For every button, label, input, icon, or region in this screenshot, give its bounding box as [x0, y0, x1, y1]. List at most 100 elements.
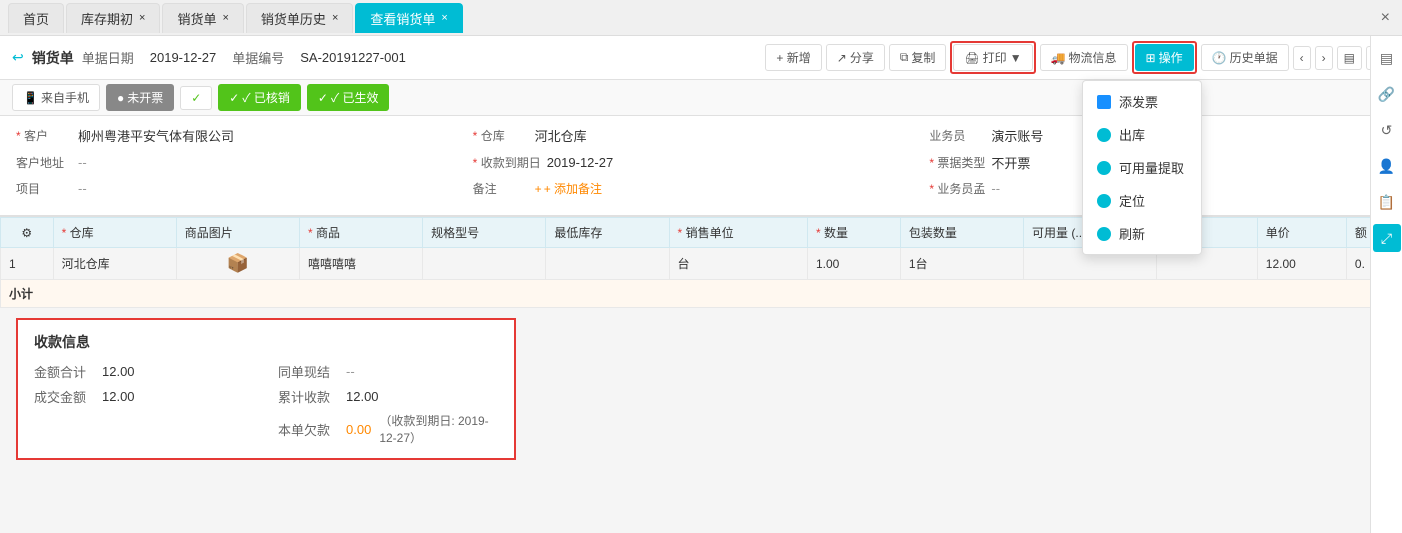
add-invoice-label: 添发票 — [1119, 92, 1158, 111]
th-spec: 规格型号 — [423, 218, 546, 248]
address-value: -- — [78, 155, 87, 170]
amount-total-value: 12.00 — [102, 364, 135, 379]
operations-dropdown: 添发票 出库 可用量提取 定位 刷新 — [1082, 80, 1202, 255]
deal-amount-row: 成交金额 12.00 — [34, 387, 254, 406]
address-label: 客户地址 — [16, 154, 72, 171]
th-qty: 数量 — [807, 218, 900, 248]
due-note: （收款到期日: 2019-12-27） — [379, 412, 498, 446]
date-value: 2019-12-27 — [150, 50, 217, 65]
print-icon: 🖨 — [964, 51, 979, 65]
cumulative-label: 累计收款 — [278, 387, 338, 406]
effective-label: ✓ 已生效 — [331, 89, 379, 106]
row-unit: 台 — [669, 248, 807, 280]
tab-view-sales-close[interactable]: × — [441, 12, 447, 24]
payment-box: 收款信息 金额合计 12.00 同单现结 -- 成交金额 12.00 — [16, 318, 516, 460]
not-open-button[interactable]: ● 未开票 — [106, 84, 174, 111]
new-button[interactable]: + 新增 — [765, 44, 821, 71]
address-group: 客户地址 -- — [16, 154, 473, 171]
date-label: 单据日期 — [82, 48, 134, 67]
prev-button[interactable]: ‹ — [1293, 46, 1311, 70]
verified-button[interactable]: ✓ ✓ 已核销 — [218, 84, 301, 111]
subtotal-label: 小计 — [1, 280, 1402, 308]
sidebar-icon-user[interactable]: 👤 — [1373, 152, 1401, 180]
copy-button[interactable]: ⧉ 复制 — [889, 44, 947, 71]
note-group: 备注 + + 添加备注 — [473, 180, 930, 197]
tab-inventory-label: 库存期初 — [81, 9, 133, 28]
toolbar: ↩ 销货单 单据日期 2019-12-27 单据编号 SA-20191227-0… — [0, 36, 1402, 80]
print-dropdown-icon: ▼ — [1010, 51, 1022, 65]
tab-home[interactable]: 首页 — [8, 3, 64, 33]
locate-icon — [1097, 194, 1111, 208]
effective-button[interactable]: ✓ ✓ 已生效 — [307, 84, 390, 111]
th-min-stock: 最低库存 — [546, 218, 669, 248]
no-label: 单据编号 — [232, 48, 284, 67]
tab-history-close[interactable]: × — [332, 12, 338, 24]
warehouse-group: 仓库 河北仓库 — [473, 126, 930, 145]
th-pack-qty: 包装数量 — [900, 218, 1023, 248]
share-icon: ↗ — [837, 51, 847, 65]
dropdown-locate[interactable]: 定位 — [1083, 184, 1201, 217]
phone-icon: 📱 — [23, 91, 38, 105]
payment-title: 收款信息 — [34, 332, 498, 352]
cumulative-row: 累计收款 12.00 — [278, 387, 498, 406]
row-pack-qty: 1台 — [900, 248, 1023, 280]
dropdown-available-extract[interactable]: 可用量提取 — [1083, 151, 1201, 184]
sidebar-icon-refresh[interactable]: ↺ — [1373, 116, 1401, 144]
deal-amount-label: 成交金额 — [34, 387, 94, 406]
sidebar-icon-expand[interactable]: ⤢ — [1373, 224, 1401, 252]
next-button[interactable]: › — [1315, 46, 1333, 70]
logistics-button-label: 物流信息 — [1069, 49, 1117, 66]
cumulative-value: 12.00 — [346, 389, 379, 404]
tab-history[interactable]: 销货单历史 × — [246, 3, 353, 33]
th-image: 商品图片 — [176, 218, 299, 248]
next-icon: › — [1322, 51, 1326, 65]
tab-sales[interactable]: 销货单 × — [162, 3, 243, 33]
project-label: 项目 — [16, 180, 72, 197]
staff-value: 演示账号 — [991, 126, 1043, 145]
tab-bar: 首页 库存期初 × 销货单 × 销货单历史 × 查看销货单 × × — [0, 0, 1402, 36]
share-button[interactable]: ↗ 分享 — [826, 44, 885, 71]
print-button[interactable]: 🖨 打印 ▼ — [953, 44, 1032, 71]
operations-button-label: 操作 — [1159, 49, 1183, 66]
refresh-label: 刷新 — [1119, 224, 1145, 243]
tab-view-sales[interactable]: 查看销货单 × — [355, 3, 462, 33]
payment-grid: 金额合计 12.00 同单现结 -- 成交金额 12.00 累计收款 12.00 — [34, 362, 498, 446]
current-due-value: 0.00 — [346, 422, 371, 437]
logistics-button[interactable]: 🚚 物流信息 — [1040, 44, 1128, 71]
empty-cell — [34, 412, 254, 446]
th-unit: 销售单位 — [669, 218, 807, 248]
row-warehouse: 河北仓库 — [53, 248, 176, 280]
tab-inventory-close[interactable]: × — [139, 12, 145, 24]
row-product: 嘻嘻嘻嘻 — [299, 248, 422, 280]
add-invoice-icon — [1097, 95, 1111, 109]
same-order-value: -- — [346, 364, 355, 379]
view1-button[interactable]: ▤ — [1337, 46, 1362, 70]
verified-icon: ✓ — [229, 91, 239, 105]
history-button[interactable]: 🕐 历史单据 — [1201, 44, 1289, 71]
project-value: -- — [78, 181, 87, 196]
add-note-button[interactable]: + + 添加备注 — [535, 180, 602, 197]
tab-sales-close[interactable]: × — [222, 12, 228, 24]
from-phone-button[interactable]: 📱 来自手机 — [12, 84, 100, 111]
sidebar-icon-link[interactable]: 🔗 — [1373, 80, 1401, 108]
out-warehouse-icon — [1097, 128, 1111, 142]
dropdown-refresh[interactable]: 刷新 — [1083, 217, 1201, 250]
staff2-value: -- — [991, 181, 1000, 196]
warehouse-value: 河北仓库 — [535, 126, 587, 145]
sidebar-icon-grid[interactable]: ▤ — [1373, 44, 1401, 72]
not-open-icon: ● — [117, 91, 124, 105]
dropdown-out-warehouse[interactable]: 出库 — [1083, 118, 1201, 151]
project-group: 项目 -- — [16, 180, 473, 197]
print-button-label: 打印 — [983, 49, 1007, 66]
tab-inventory[interactable]: 库存期初 × — [66, 3, 160, 33]
dropdown-add-invoice[interactable]: 添发票 — [1083, 85, 1201, 118]
due-label: 收款到期日 — [473, 154, 541, 171]
window-close-icon[interactable]: × — [1381, 9, 1390, 27]
doc-meta: 单据日期 2019-12-27 单据编号 SA-20191227-001 — [82, 48, 406, 67]
prev-icon: ‹ — [1300, 51, 1304, 65]
sidebar-icon-clipboard[interactable]: 📋 — [1373, 188, 1401, 216]
row-spec — [423, 248, 546, 280]
operations-button[interactable]: ⊞ 操作 — [1135, 44, 1194, 71]
confirm-check[interactable]: ✓ — [180, 86, 212, 110]
doc-title: 销货单 — [32, 48, 74, 68]
